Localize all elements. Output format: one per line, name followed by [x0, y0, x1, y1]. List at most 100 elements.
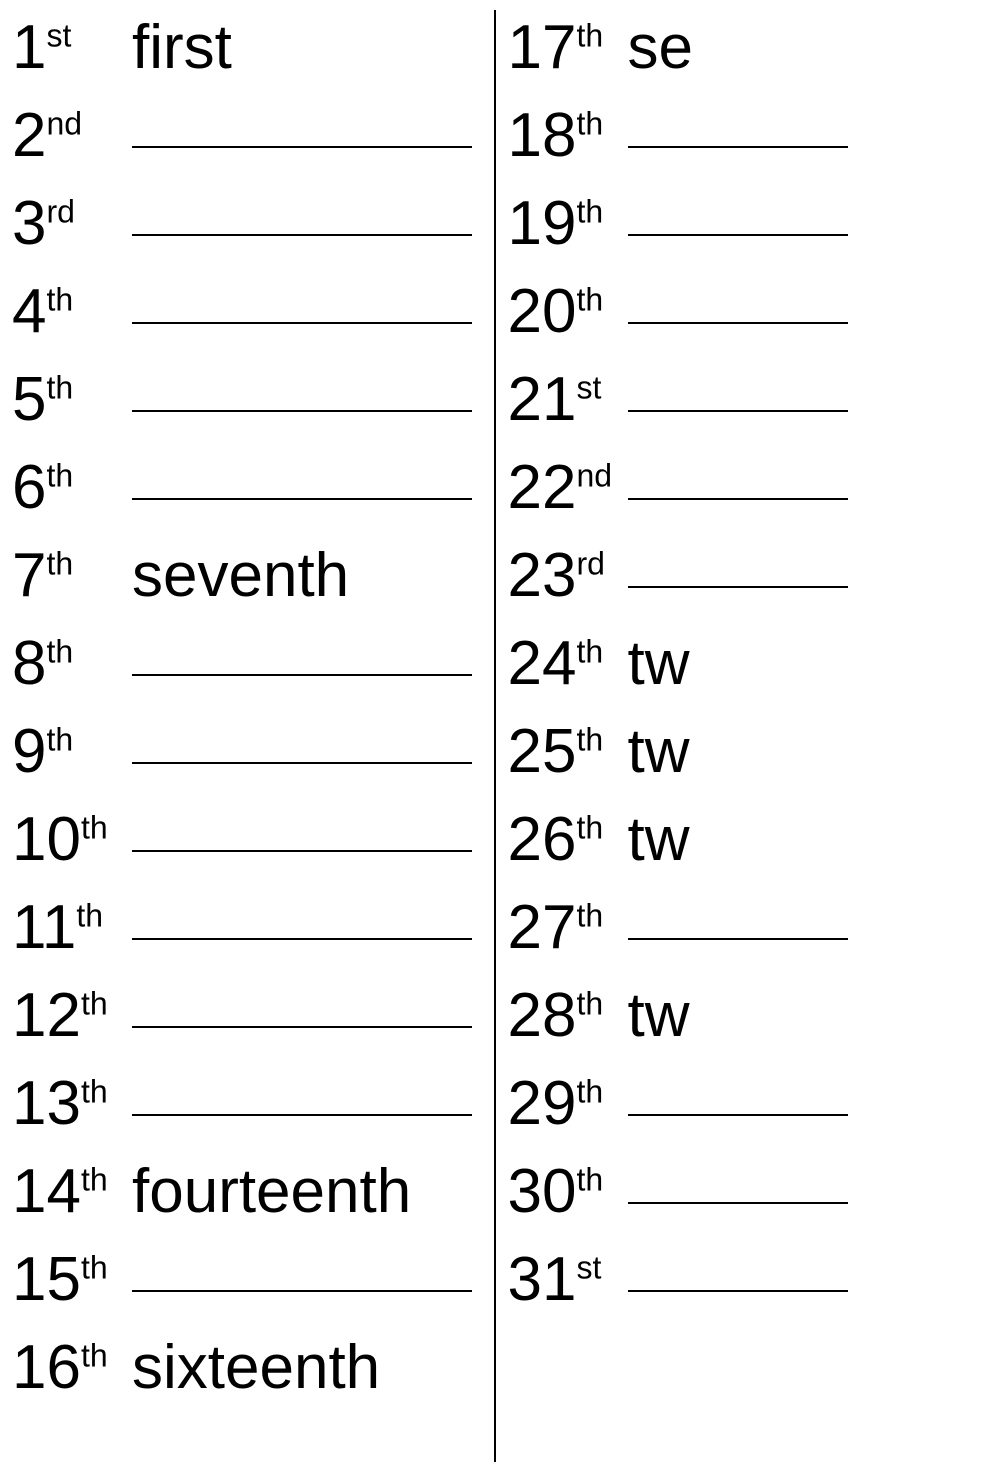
table-row: 26thtw [508, 802, 989, 890]
ordinal-number: 28th [508, 982, 618, 1050]
table-row: 1stfirst [12, 10, 494, 98]
ordinal-number: 23rd [508, 542, 618, 610]
ordinal-word [122, 1070, 494, 1138]
table-row: 10th [12, 802, 494, 890]
blank-line [628, 1290, 848, 1292]
table-row: 5th [12, 362, 494, 450]
blank-line [132, 1026, 472, 1028]
table-row: 19th [508, 186, 989, 274]
blank-line [132, 498, 472, 500]
table-row: 8th [12, 626, 494, 714]
ordinal-number: 15th [12, 1246, 122, 1314]
ordinal-word [618, 454, 989, 522]
ordinal-word [122, 894, 494, 962]
table-row: 4th [12, 274, 494, 362]
ordinal-word: tw [618, 982, 989, 1050]
ordinal-word: fourteenth [122, 1158, 494, 1226]
ordinal-word [122, 454, 494, 522]
table-row: 23rd [508, 538, 989, 626]
ordinal-word [618, 1246, 989, 1314]
blank-line [132, 1114, 472, 1116]
blank-line [628, 146, 848, 148]
blank-line [132, 410, 472, 412]
ordinal-number: 13th [12, 1070, 122, 1138]
ordinal-number: 1st [12, 14, 122, 82]
ordinal-number: 27th [508, 894, 618, 962]
ordinal-word [618, 190, 989, 258]
ordinal-word: tw [618, 718, 989, 786]
blank-line [132, 146, 472, 148]
blank-line [628, 1202, 848, 1204]
ordinal-word: seventh [122, 542, 494, 610]
ordinal-number: 24th [508, 630, 618, 698]
ordinal-number: 19th [508, 190, 618, 258]
table-row: 12th [12, 978, 494, 1066]
ordinal-number: 22nd [508, 454, 618, 522]
ordinal-word [122, 190, 494, 258]
table-row: 14thfourteenth [12, 1154, 494, 1242]
table-row: 11th [12, 890, 494, 978]
ordinal-number: 20th [508, 278, 618, 346]
ordinal-word [618, 102, 989, 170]
table-row: 15th [12, 1242, 494, 1330]
blank-line [132, 674, 472, 676]
blank-line [132, 762, 472, 764]
ordinal-number: 17th [508, 14, 618, 82]
table-row: 13th [12, 1066, 494, 1154]
table-row: 31st [508, 1242, 989, 1330]
ordinal-word: se [618, 14, 989, 82]
ordinal-number: 3rd [12, 190, 122, 258]
table-row: 27th [508, 890, 989, 978]
table-row: 18th [508, 98, 989, 186]
blank-line [628, 586, 848, 588]
ordinal-number: 6th [12, 454, 122, 522]
ordinal-number: 4th [12, 278, 122, 346]
ordinal-number: 2nd [12, 102, 122, 170]
ordinal-word [122, 278, 494, 346]
page: 1stfirst2nd3rd4th5th6th7thseventh8th9th1… [0, 0, 989, 1472]
table-row: 29th [508, 1066, 989, 1154]
table-row: 7thseventh [12, 538, 494, 626]
ordinal-number: 5th [12, 366, 122, 434]
table-row: 9th [12, 714, 494, 802]
left-column: 1stfirst2nd3rd4th5th6th7thseventh8th9th1… [0, 10, 496, 1462]
blank-line [132, 938, 472, 940]
ordinal-number: 8th [12, 630, 122, 698]
ordinal-number: 7th [12, 542, 122, 610]
blank-line [628, 498, 848, 500]
ordinal-word [122, 102, 494, 170]
table-row: 20th [508, 274, 989, 362]
ordinal-number: 21st [508, 366, 618, 434]
ordinal-word [618, 278, 989, 346]
table-row: 22nd [508, 450, 989, 538]
blank-line [132, 322, 472, 324]
blank-line [628, 938, 848, 940]
ordinal-word [122, 630, 494, 698]
ordinal-word [618, 1158, 989, 1226]
table-row: 2nd [12, 98, 494, 186]
table-row: 24thtw [508, 626, 989, 714]
table-row: 17thse [508, 10, 989, 98]
table-row: 28thtw [508, 978, 989, 1066]
ordinal-number: 11th [12, 894, 122, 962]
ordinal-word [122, 806, 494, 874]
table-row: 30th [508, 1154, 989, 1242]
blank-line [628, 1114, 848, 1116]
ordinal-word [122, 366, 494, 434]
ordinal-number: 31st [508, 1246, 618, 1314]
right-column: 17thse18th19th20th21st22nd23rd24thtw25th… [496, 10, 989, 1462]
ordinal-word: tw [618, 806, 989, 874]
ordinal-word [618, 1070, 989, 1138]
ordinal-word [122, 1246, 494, 1314]
blank-line [628, 234, 848, 236]
table-row: 25thtw [508, 714, 989, 802]
ordinal-number: 16th [12, 1334, 122, 1402]
ordinal-word: tw [618, 630, 989, 698]
ordinal-word [618, 366, 989, 434]
ordinal-number: 12th [12, 982, 122, 1050]
ordinal-word [122, 718, 494, 786]
table-row: 16thsixteenth [12, 1330, 494, 1418]
table-row: 3rd [12, 186, 494, 274]
ordinal-word: first [122, 14, 494, 82]
ordinal-number: 30th [508, 1158, 618, 1226]
